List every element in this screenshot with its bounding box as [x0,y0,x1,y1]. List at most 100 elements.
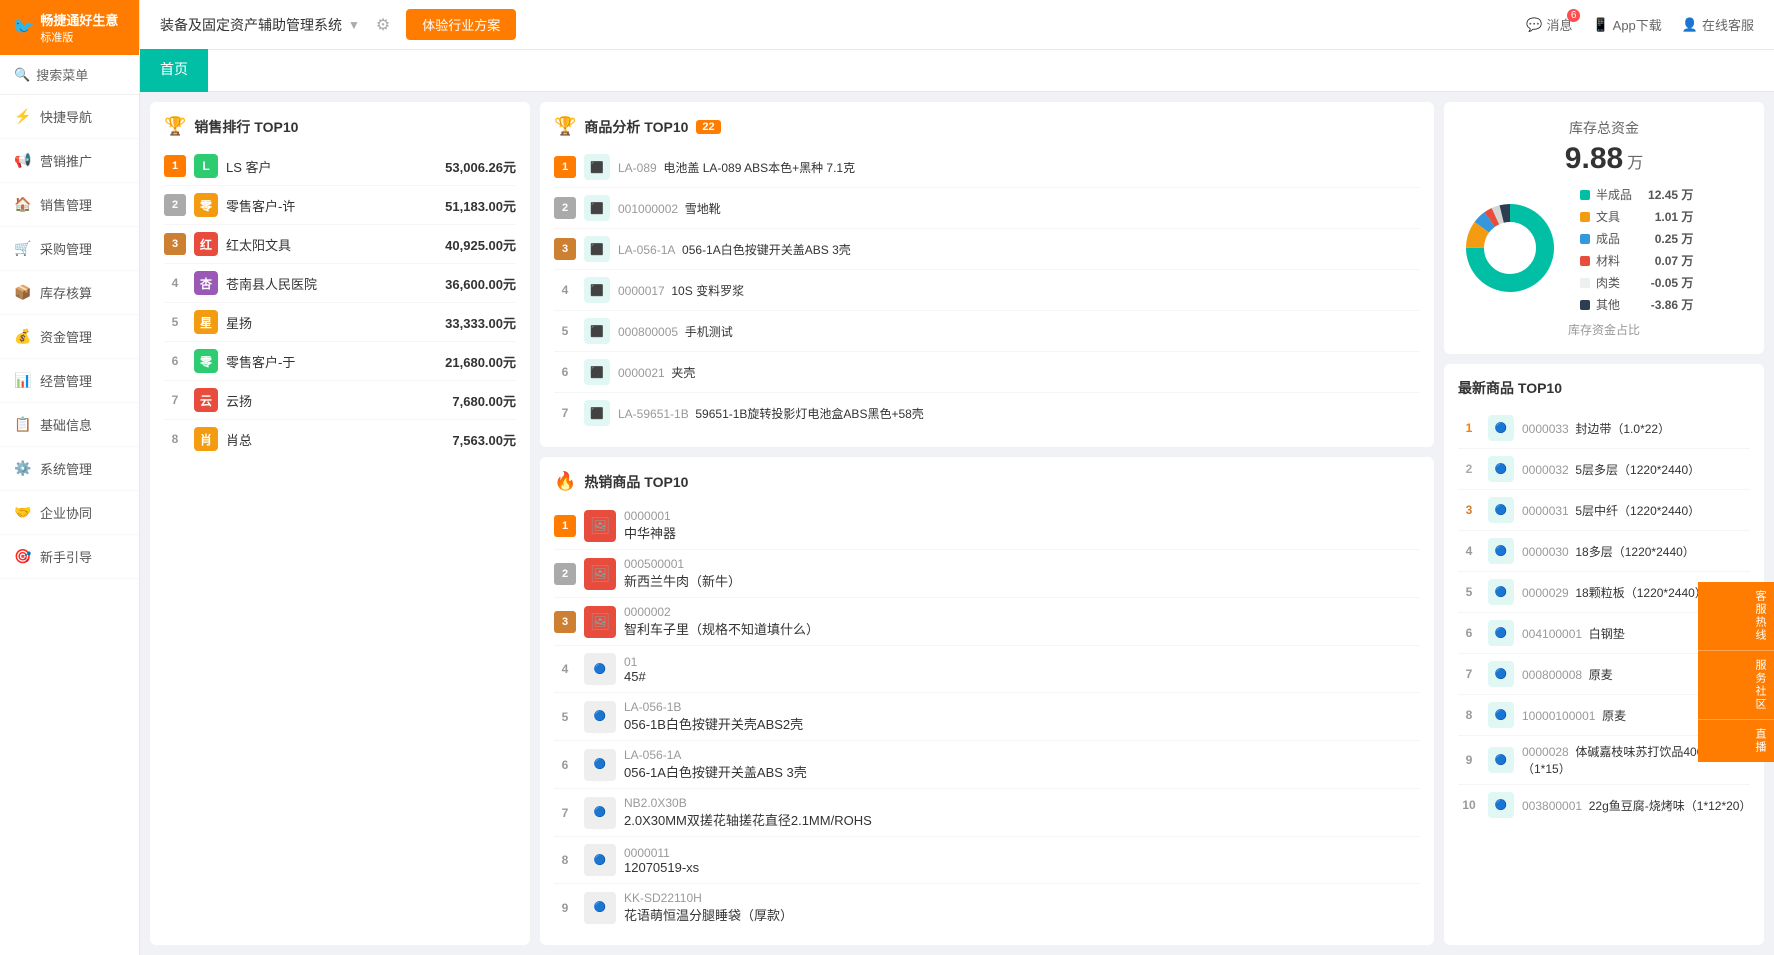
hot-products-card: 🔥 热销商品 TOP10 1 🖼 0000001 中华神器 2 🖼 000500… [540,457,1434,945]
product-name: 45# [624,669,1420,684]
sidebar-item-search[interactable]: 🔍 搜索菜单 [0,55,139,95]
sidebar-item-enterprise[interactable]: 🤝 企业协同 [0,491,139,535]
rank-number: 10 [1458,798,1480,812]
rank-number: 4 [554,279,576,301]
sold-rank-row: 4 ⬛ 0000017 10S 变料罗浆 [554,270,1420,311]
rank-number: 2 [554,197,576,219]
product-info: 0000011 12070519-xs [624,846,1420,875]
hot-product-row: 7 🔵 NB2.0X30B 2.0X30MM双搓花轴搓花直径2.1MM/ROHS [554,789,1420,837]
product-info: 01 45# [624,655,1420,684]
product-thumb: 🔵 [584,844,616,876]
rank-number: 1 [554,156,576,178]
messages-button[interactable]: 💬 消息 6 [1526,15,1572,34]
sidebar-item-operations[interactable]: 📊 经营管理 [0,359,139,403]
customer-avatar: 红 [194,232,218,256]
customer-name: 云扬 [226,391,444,410]
legend-dot [1580,278,1590,288]
product-info: 0000017 10S 变料罗浆 [618,282,1420,299]
rank-number: 5 [554,320,576,342]
customer-amount: 7,680.00元 [452,391,516,410]
hot-products-title: 🔥 热销商品 TOP10 [554,471,1420,492]
sidebar-item-marketing[interactable]: 📢 营销推广 [0,139,139,183]
product-code: KK-SD22110H [624,891,1420,905]
product-code: LA-056-1A [624,748,1420,762]
trial-button[interactable]: 体验行业方案 [406,9,516,40]
legend-value: 1.01 万 [1645,208,1694,225]
product-thumb: 🔵 [1488,415,1514,441]
legend-label: 成品 [1596,230,1620,247]
hot-product-row: 2 🖼 000500001 新西兰牛肉（新牛） [554,550,1420,598]
sold-list: 1 ⬛ LA-089 电池盖 LA-089 ABS本色+黑种 7.1克 2 ⬛ … [554,147,1420,433]
tab-home[interactable]: 首页 [140,49,208,92]
customer-amount: 7,563.00元 [452,430,516,449]
customer-name: 肖总 [226,430,444,449]
settings-icon[interactable]: ⚙ [376,15,390,35]
live-chat-button[interactable]: 直播 [1698,720,1774,762]
product-image: 🖼 [584,606,616,638]
product-thumb: ⬛ [584,236,610,262]
customer-rank-row: 8 肖 肖总 7,563.00元 [164,420,516,458]
product-name: 056-1B白色按键开关壳ABS2壳 [624,714,1420,733]
product-thumb: 🔵 [584,797,616,829]
customer-avatar: 肖 [194,427,218,451]
legend-dot [1580,256,1590,266]
nav-tabs: 首页 [140,50,1774,92]
sidebar-logo: 🐦 畅捷通好生意 标准版 [0,0,139,55]
sidebar-item-guide[interactable]: 🎯 新手引导 [0,535,139,579]
app-download-button[interactable]: 📱 App下载 [1592,15,1661,34]
sidebar-item-inventory[interactable]: 📦 库存核算 [0,271,139,315]
rank-number: 2 [554,563,576,585]
sidebar-item-finance[interactable]: 💰 资金管理 [0,315,139,359]
sidebar-item-quick-nav[interactable]: ⚡ 快捷导航 [0,95,139,139]
legend-dot [1580,300,1590,310]
customer-avatar: 杏 [194,271,218,295]
service-community-button[interactable]: 服务社区 [1698,651,1774,720]
hot-product-row: 4 🔵 01 45# [554,646,1420,693]
donut-chart [1460,198,1560,301]
enterprise-icon: 🤝 [14,504,32,522]
product-thumb: 🔵 [1488,661,1514,687]
rank-number: 7 [554,802,576,824]
legend-value: 12.45 万 [1638,186,1693,203]
product-name: 056-1A白色按键开关盖ABS 3壳 [624,762,1420,781]
newest-products-title: 最新商品 TOP10 [1458,378,1750,398]
sold-rank-row: 5 ⬛ 000800005 手机测试 [554,311,1420,352]
legend-value: -0.05 万 [1641,274,1694,291]
rank-number: 4 [164,272,186,294]
legend-value: -3.86 万 [1641,296,1694,313]
product-info: 0000032 5层多层（1220*2440） [1522,461,1750,478]
rank-number: 9 [554,897,576,919]
rank-number: 3 [554,238,576,260]
rank-number: 5 [554,706,576,728]
customer-rank-row: 6 零 零售客户-于 21,680.00元 [164,342,516,381]
guide-icon: 🎯 [14,548,32,566]
sold-rank-row: 2 ⬛ 001000002 雪地靴 [554,188,1420,229]
customer-avatar: 零 [194,193,218,217]
sidebar-item-sales[interactable]: 🏠 销售管理 [0,183,139,227]
customer-name: 零售客户-于 [226,352,437,371]
online-support-button[interactable]: 👤 在线客服 [1682,15,1754,34]
legend-label: 肉类 [1596,274,1620,291]
product-info: 0000031 5层中纤（1220*2440） [1522,502,1750,519]
main-area: 装备及固定资产辅助管理系统 ▼ ⚙ 体验行业方案 💬 消息 6 📱 App下载 … [140,0,1774,955]
legend-value: 0.07 万 [1645,252,1694,269]
sidebar-item-basic-info[interactable]: 📋 基础信息 [0,403,139,447]
product-info: 000500001 新西兰牛肉（新牛） [624,557,1420,590]
legend-label: 其他 [1596,296,1620,313]
product-thumb: ⬛ [584,359,610,385]
sidebar-item-system[interactable]: ⚙️ 系统管理 [0,447,139,491]
product-name: 12070519-xs [624,860,1420,875]
product-code: NB2.0X30B [624,796,1420,810]
topbar: 装备及固定资产辅助管理系统 ▼ ⚙ 体验行业方案 💬 消息 6 📱 App下载 … [140,0,1774,50]
product-thumb: 🔵 [1488,747,1514,773]
sidebar-item-purchase[interactable]: 🛒 采购管理 [0,227,139,271]
product-code: 0000001 [624,509,1420,523]
legend-label: 半成品 [1596,186,1632,203]
newest-product-row: 4 🔵 0000030 18多层（1220*2440） [1458,531,1750,572]
product-info: LA-59651-1B 59651-1B旋转投影灯电池盒ABS黑色+58壳 [618,405,1420,422]
cs-hotline-button[interactable]: 客服热线 [1698,582,1774,651]
rank-number: 1 [554,515,576,537]
customer-avatar: 零 [194,349,218,373]
float-customer-service: 客服热线 服务社区 直播 [1698,582,1774,762]
customer-rank-row: 4 杏 苍南县人民医院 36,600.00元 [164,264,516,303]
